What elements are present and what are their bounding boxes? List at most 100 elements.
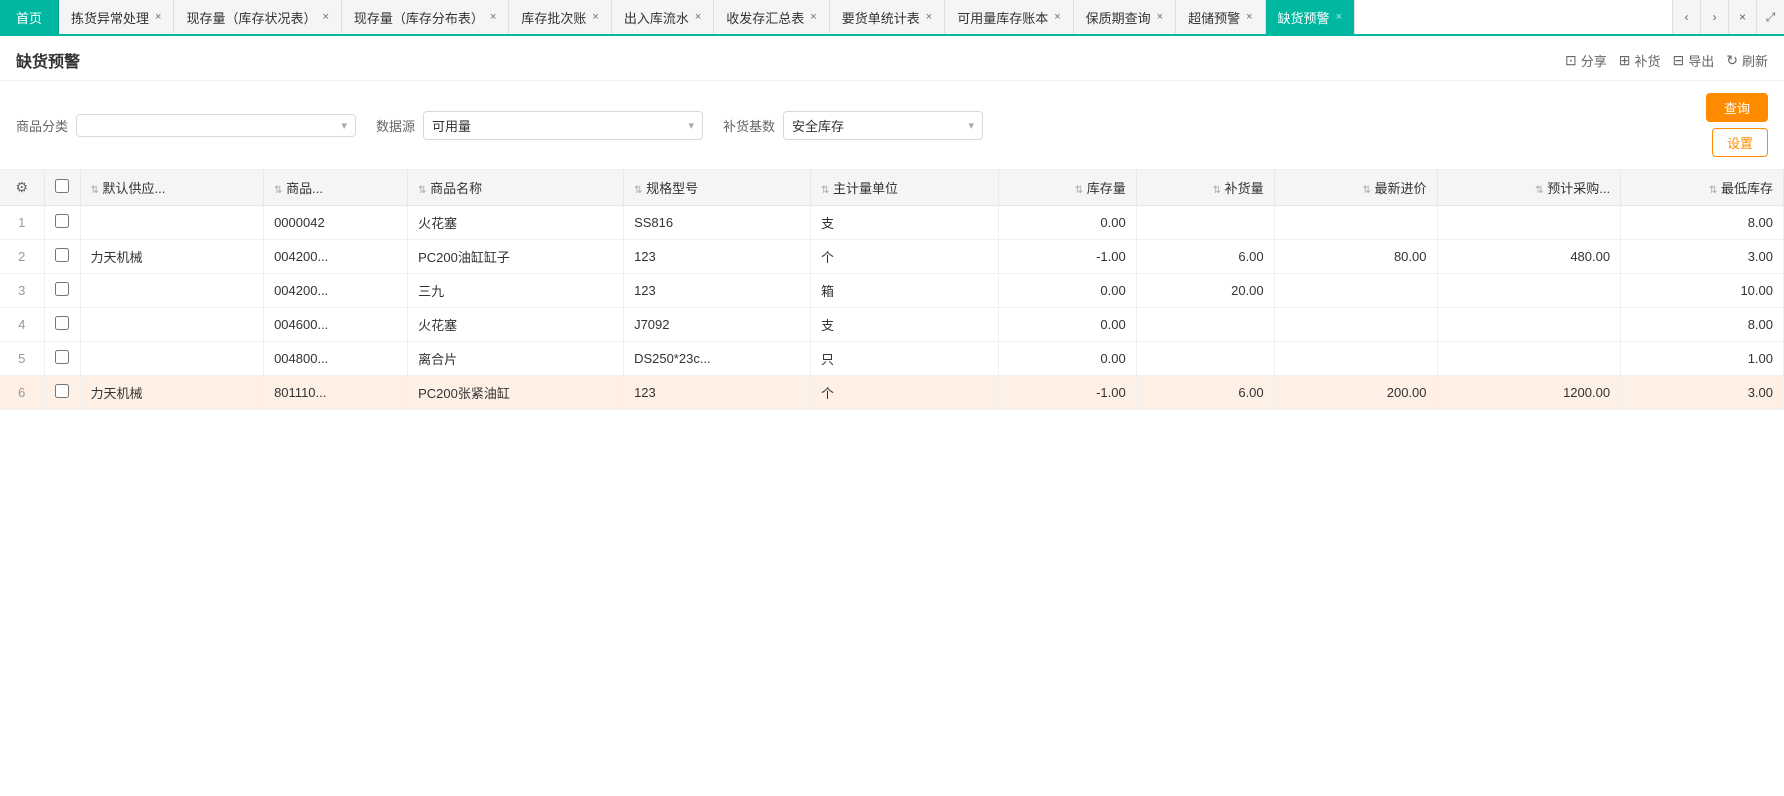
row-supplier: 力天机械 bbox=[80, 376, 264, 410]
tab-home-label: 首页 bbox=[16, 8, 42, 27]
tab-close-all[interactable]: × bbox=[1728, 0, 1756, 34]
main-content: 缺货预警 ⊡ 分享 ⊞ 补货 ⊟ 导出 ↻ 刷新 商品分类 bbox=[0, 36, 1784, 796]
row-goods-code: 004200... bbox=[264, 274, 408, 308]
row-select-checkbox[interactable] bbox=[55, 384, 69, 398]
tab-4-close[interactable]: × bbox=[592, 11, 598, 23]
row-checkbox[interactable] bbox=[44, 342, 80, 376]
tab-2-close[interactable]: × bbox=[322, 11, 328, 23]
gear-icon[interactable]: ⚙ bbox=[15, 179, 28, 195]
row-select-checkbox[interactable] bbox=[55, 282, 69, 296]
table-container: ⚙ ⇅ 默认供应... ⇅ 商品... ⇅ 商品名称 bbox=[0, 170, 1784, 410]
tab-home[interactable]: 首页 bbox=[0, 0, 59, 34]
replenish-icon: ⊞ bbox=[1619, 52, 1631, 69]
row-unit: 支 bbox=[811, 308, 999, 342]
export-icon: ⊟ bbox=[1673, 52, 1685, 69]
table-row: 2 力天机械 004200... PC200油缸缸子 123 个 -1.00 6… bbox=[0, 240, 1784, 274]
tab-8[interactable]: 可用量库存账本 × bbox=[945, 0, 1073, 34]
tab-9[interactable]: 保质期查询 × bbox=[1074, 0, 1176, 34]
row-goods-name: PC200油缸缸子 bbox=[408, 240, 624, 274]
th-stock[interactable]: ⇅ 库存量 bbox=[998, 170, 1136, 206]
export-button[interactable]: ⊟ 导出 bbox=[1673, 51, 1715, 70]
tab-1[interactable]: 拣货异常处理 × bbox=[59, 0, 174, 34]
tab-1-close[interactable]: × bbox=[155, 11, 161, 23]
tab-5-close[interactable]: × bbox=[695, 11, 701, 23]
category-label: 商品分类 bbox=[16, 116, 68, 135]
tab-10[interactable]: 超储预警 × bbox=[1176, 0, 1265, 34]
row-est-purchase bbox=[1437, 274, 1621, 308]
row-checkbox[interactable] bbox=[44, 376, 80, 410]
tab-6[interactable]: 收发存汇总表 × bbox=[714, 0, 829, 34]
th-goods-name[interactable]: ⇅ 商品名称 bbox=[408, 170, 624, 206]
row-index: 4 bbox=[0, 308, 44, 342]
category-select[interactable]: ▾ bbox=[76, 114, 356, 137]
th-gear[interactable]: ⚙ bbox=[0, 170, 44, 206]
settings-button[interactable]: 设置 bbox=[1712, 128, 1768, 157]
row-est-purchase bbox=[1437, 308, 1621, 342]
th-est-purchase[interactable]: ⇅ 预计采购... bbox=[1437, 170, 1621, 206]
tab-11-close[interactable]: × bbox=[1336, 11, 1342, 23]
th-est-purchase-label: 预计采购... bbox=[1547, 181, 1610, 196]
tab-8-close[interactable]: × bbox=[1054, 11, 1060, 23]
tab-1-label: 拣货异常处理 bbox=[71, 8, 149, 27]
share-button[interactable]: ⊡ 分享 bbox=[1565, 51, 1607, 70]
tab-6-close[interactable]: × bbox=[810, 11, 816, 23]
row-stock: 0.00 bbox=[998, 274, 1136, 308]
category-arrow-icon: ▾ bbox=[341, 119, 347, 132]
th-spec-label: 规格型号 bbox=[646, 181, 698, 196]
tab-2[interactable]: 现存量（库存状况表） × bbox=[174, 0, 341, 34]
row-goods-code: 801110... bbox=[264, 376, 408, 410]
tab-fullscreen[interactable]: ⤢ bbox=[1756, 0, 1784, 34]
th-unit[interactable]: ⇅ 主计量单位 bbox=[811, 170, 999, 206]
refresh-icon: ↻ bbox=[1726, 52, 1738, 69]
tab-9-close[interactable]: × bbox=[1157, 11, 1163, 23]
th-goods-code-label: 商品... bbox=[286, 181, 323, 196]
th-stock-label: 库存量 bbox=[1087, 181, 1126, 196]
th-replenish[interactable]: ⇅ 补货量 bbox=[1136, 170, 1274, 206]
replenish-button[interactable]: ⊞ 补货 bbox=[1619, 51, 1661, 70]
tab-scroll-left[interactable]: ‹ bbox=[1672, 0, 1700, 34]
row-checkbox[interactable] bbox=[44, 308, 80, 342]
row-select-checkbox[interactable] bbox=[55, 316, 69, 330]
refresh-button[interactable]: ↻ 刷新 bbox=[1726, 51, 1768, 70]
th-spec[interactable]: ⇅ 规格型号 bbox=[624, 170, 811, 206]
tab-5[interactable]: 出入库流水 × bbox=[612, 0, 714, 34]
row-latest-price bbox=[1274, 274, 1437, 308]
table-row: 4 004600... 火花塞 J7092 支 0.00 8.00 bbox=[0, 308, 1784, 342]
tab-7-close[interactable]: × bbox=[926, 11, 932, 23]
row-index: 6 bbox=[0, 376, 44, 410]
query-button[interactable]: 查询 bbox=[1706, 93, 1768, 122]
row-select-checkbox[interactable] bbox=[55, 214, 69, 228]
row-select-checkbox[interactable] bbox=[55, 350, 69, 364]
tab-10-close[interactable]: × bbox=[1246, 11, 1252, 23]
tab-9-label: 保质期查询 bbox=[1086, 8, 1151, 27]
replenish-base-select[interactable]: 安全库存 ▾ bbox=[783, 111, 983, 140]
row-replenish: 6.00 bbox=[1136, 376, 1274, 410]
table-body: 1 0000042 火花塞 SS816 支 0.00 8.00 2 力天机械 0… bbox=[0, 206, 1784, 410]
th-latest-price[interactable]: ⇅ 最新进价 bbox=[1274, 170, 1437, 206]
row-goods-code: 004200... bbox=[264, 240, 408, 274]
row-checkbox[interactable] bbox=[44, 240, 80, 274]
row-supplier bbox=[80, 342, 264, 376]
row-spec: 123 bbox=[624, 376, 811, 410]
tab-11[interactable]: 缺货预警 × bbox=[1266, 0, 1355, 34]
tab-3-close[interactable]: × bbox=[490, 11, 496, 23]
row-checkbox[interactable] bbox=[44, 206, 80, 240]
tab-3[interactable]: 现存量（库存分布表） × bbox=[342, 0, 509, 34]
row-select-checkbox[interactable] bbox=[55, 248, 69, 262]
tab-7[interactable]: 要货单统计表 × bbox=[830, 0, 945, 34]
th-min-stock[interactable]: ⇅ 最低库存 bbox=[1621, 170, 1784, 206]
th-min-stock-label: 最低库存 bbox=[1721, 181, 1773, 196]
row-index: 3 bbox=[0, 274, 44, 308]
datasource-select[interactable]: 可用量 ▾ bbox=[423, 111, 703, 140]
share-icon: ⊡ bbox=[1565, 52, 1577, 69]
row-checkbox[interactable] bbox=[44, 274, 80, 308]
table-header-row: ⚙ ⇅ 默认供应... ⇅ 商品... ⇅ 商品名称 bbox=[0, 170, 1784, 206]
tab-scroll-right[interactable]: › bbox=[1700, 0, 1728, 34]
tab-4-label: 库存批次账 bbox=[521, 8, 586, 27]
select-all-checkbox[interactable] bbox=[55, 179, 69, 193]
tab-4[interactable]: 库存批次账 × bbox=[509, 0, 611, 34]
row-est-purchase: 1200.00 bbox=[1437, 376, 1621, 410]
th-supplier[interactable]: ⇅ 默认供应... bbox=[80, 170, 264, 206]
replenish-base-label: 补货基数 bbox=[723, 116, 775, 135]
th-goods-code[interactable]: ⇅ 商品... bbox=[264, 170, 408, 206]
